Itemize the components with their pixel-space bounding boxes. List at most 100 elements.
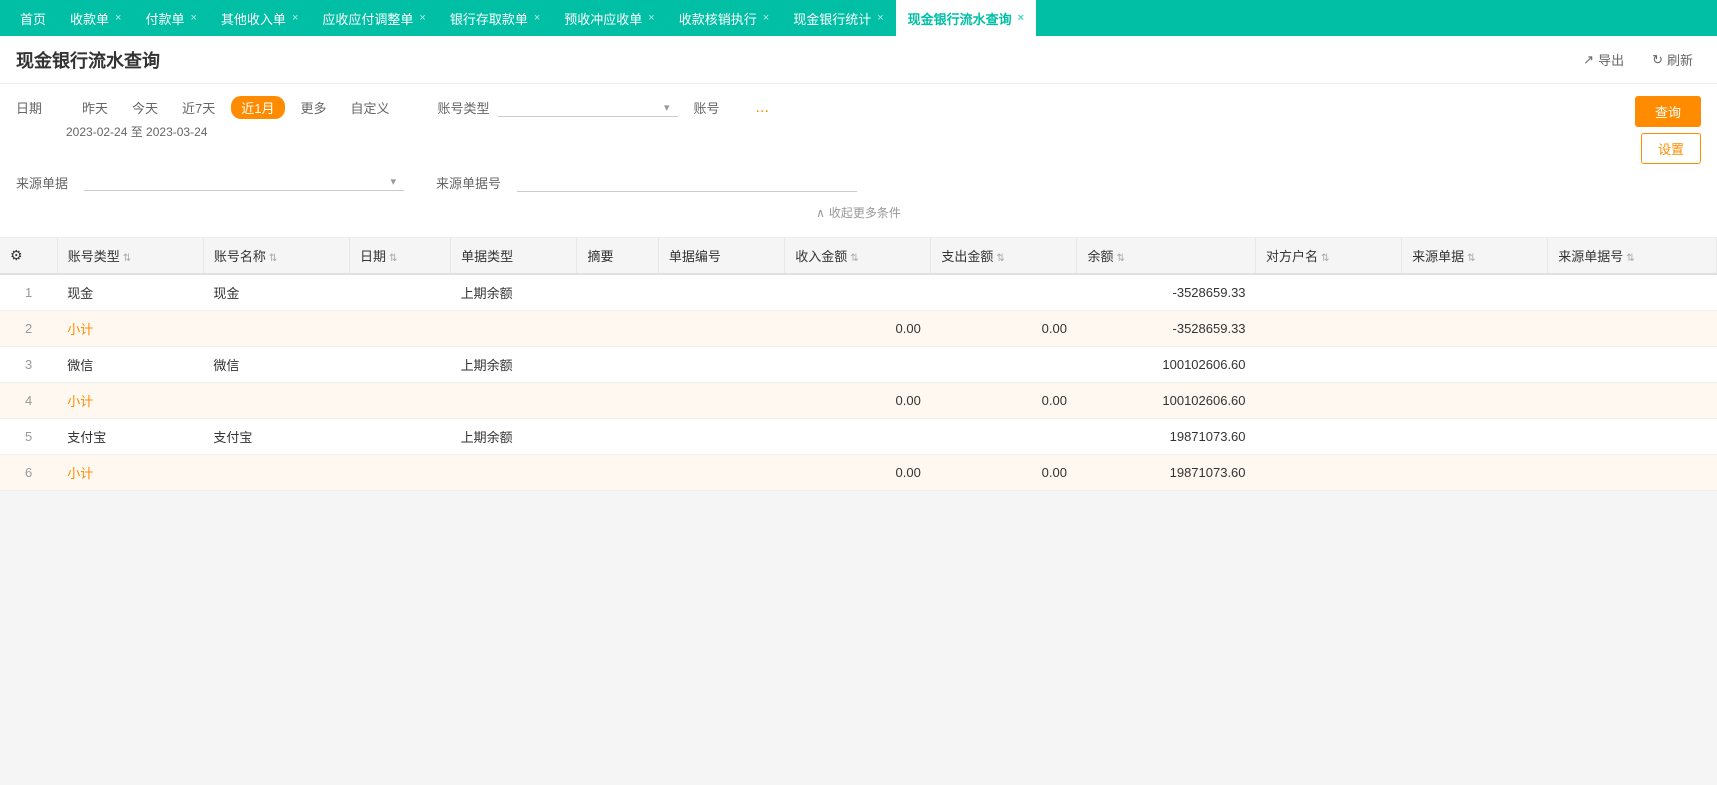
source-doc-select[interactable]: ▾ [84, 173, 404, 191]
col-label-doc_type: 单据类型 [461, 249, 513, 264]
close-icon[interactable]: × [1018, 12, 1024, 24]
nav-tab-7[interactable]: 现金银行统计× [781, 0, 895, 36]
cell-row_num: 2 [0, 311, 57, 347]
query-button[interactable]: 查询 [1635, 96, 1701, 127]
cell-summary [577, 383, 658, 419]
source-doc-no-input[interactable] [517, 172, 857, 192]
table-row: 6小计0.000.0019871073.60 [0, 455, 1717, 491]
date-option-0[interactable]: 昨天 [74, 96, 116, 119]
cell-account_name [203, 383, 349, 419]
nav-tab-1[interactable]: 付款单× [133, 0, 208, 36]
col-header-date[interactable]: 日期⇅ [349, 238, 450, 274]
col-label-date: 日期 [360, 249, 386, 264]
sort-icon-balance: ⇅ [1116, 253, 1124, 264]
cell-counterpart [1256, 419, 1402, 455]
cell-doc_no [658, 347, 784, 383]
filter-area: 日期 昨天今天近7天近1月更多自定义 2023-02-24 至 2023-03-… [0, 84, 1717, 238]
col-header-source_doc[interactable]: 来源单据⇅ [1402, 238, 1548, 274]
nav-tab-5[interactable]: 预收冲应收单× [552, 0, 666, 36]
cell-expense: 0.00 [931, 383, 1077, 419]
close-icon[interactable]: × [419, 12, 425, 24]
source-doc-no-label: 来源单据号 [436, 173, 501, 192]
cell-counterpart [1256, 455, 1402, 491]
table-row: 4小计0.000.00100102606.60 [0, 383, 1717, 419]
nav-home[interactable]: 首页 [8, 0, 58, 36]
col-label-counterpart: 对方户名 [1266, 249, 1318, 264]
cell-row_num: 1 [0, 274, 57, 311]
page-title: 现金银行流水查询 [16, 47, 160, 73]
close-icon[interactable]: × [115, 12, 121, 24]
sort-icon-income: ⇅ [850, 253, 858, 264]
cell-date [349, 274, 450, 311]
refresh-button[interactable]: ↻ 刷新 [1644, 46, 1701, 73]
cell-balance: -3528659.33 [1077, 311, 1256, 347]
col-header-doc_type: 单据类型 [451, 238, 577, 274]
cell-counterpart [1256, 347, 1402, 383]
data-table: ⚙账号类型⇅账号名称⇅日期⇅单据类型摘要单据编号收入金额⇅支出金额⇅余额⇅对方户… [0, 238, 1717, 491]
cell-source_doc [1402, 383, 1548, 419]
cell-account_type: 小计 [57, 311, 203, 347]
cell-account_name [203, 311, 349, 347]
account-dots-button[interactable]: ... [752, 99, 773, 117]
col-header-source_doc_no[interactable]: 来源单据号⇅ [1548, 238, 1717, 274]
col-header-balance[interactable]: 余额⇅ [1077, 238, 1256, 274]
close-icon[interactable]: × [534, 12, 540, 24]
date-option-3[interactable]: 近1月 [231, 96, 284, 119]
export-button[interactable]: ↗ 导出 [1575, 46, 1632, 73]
cell-income [785, 347, 931, 383]
col-label-expense: 支出金额 [941, 249, 993, 264]
cell-summary [577, 455, 658, 491]
close-icon[interactable]: × [763, 12, 769, 24]
col-header-gear: ⚙ [0, 238, 57, 274]
close-icon[interactable]: × [190, 12, 196, 24]
date-option-4[interactable]: 更多 [293, 96, 335, 119]
date-option-5[interactable]: 自定义 [343, 96, 398, 119]
close-icon[interactable]: × [648, 12, 654, 24]
gear-icon[interactable]: ⚙ [10, 247, 23, 263]
cell-source_doc_no [1548, 455, 1717, 491]
table-row: 1现金现金上期余额-3528659.33 [0, 274, 1717, 311]
cell-source_doc_no [1548, 311, 1717, 347]
cell-row_num: 6 [0, 455, 57, 491]
nav-tab-3[interactable]: 应收应付调整单× [310, 0, 437, 36]
cell-account_type: 支付宝 [57, 419, 203, 455]
top-nav: 首页 收款单×付款单×其他收入单×应收应付调整单×银行存取款单×预收冲应收单×收… [0, 0, 1717, 36]
account-type-select[interactable]: ▾ [498, 99, 678, 117]
source-doc-label: 来源单据 [16, 173, 68, 192]
cell-expense [931, 274, 1077, 311]
col-label-source_doc_no: 来源单据号 [1558, 249, 1623, 264]
table-header: ⚙账号类型⇅账号名称⇅日期⇅单据类型摘要单据编号收入金额⇅支出金额⇅余额⇅对方户… [0, 238, 1717, 274]
col-label-income: 收入金额 [795, 249, 847, 264]
cell-doc_type: 上期余额 [451, 419, 577, 455]
close-icon[interactable]: × [877, 12, 883, 24]
cell-source_doc [1402, 274, 1548, 311]
date-option-1[interactable]: 今天 [124, 96, 166, 119]
cell-summary [577, 274, 658, 311]
cell-account_name: 微信 [203, 347, 349, 383]
sort-icon-account_type: ⇅ [123, 253, 131, 264]
col-header-expense[interactable]: 支出金额⇅ [931, 238, 1077, 274]
setting-button[interactable]: 设置 [1641, 133, 1701, 164]
collapse-bar[interactable]: ∧ 收起更多条件 [16, 200, 1701, 225]
nav-tab-2[interactable]: 其他收入单× [209, 0, 310, 36]
cell-doc_no [658, 383, 784, 419]
col-header-income[interactable]: 收入金额⇅ [785, 238, 931, 274]
table-row: 2小计0.000.00-3528659.33 [0, 311, 1717, 347]
cell-row_num: 4 [0, 383, 57, 419]
date-label: 日期 [16, 98, 66, 117]
cell-balance: 19871073.60 [1077, 419, 1256, 455]
cell-expense: 0.00 [931, 455, 1077, 491]
nav-tab-4[interactable]: 银行存取款单× [438, 0, 552, 36]
col-header-account_name[interactable]: 账号名称⇅ [203, 238, 349, 274]
col-header-account_type[interactable]: 账号类型⇅ [57, 238, 203, 274]
nav-tab-6[interactable]: 收款核销执行× [667, 0, 781, 36]
right-actions: 查询 设置 [1635, 96, 1701, 164]
cell-balance: 19871073.60 [1077, 455, 1256, 491]
date-option-2[interactable]: 近7天 [174, 96, 223, 119]
date-range: 2023-02-24 至 2023-03-24 [66, 123, 398, 140]
close-icon[interactable]: × [292, 12, 298, 24]
nav-tab-8[interactable]: 现金银行流水查询× [896, 0, 1036, 36]
cell-row_num: 3 [0, 347, 57, 383]
nav-tab-0[interactable]: 收款单× [58, 0, 133, 36]
col-header-counterpart[interactable]: 对方户名⇅ [1256, 238, 1402, 274]
